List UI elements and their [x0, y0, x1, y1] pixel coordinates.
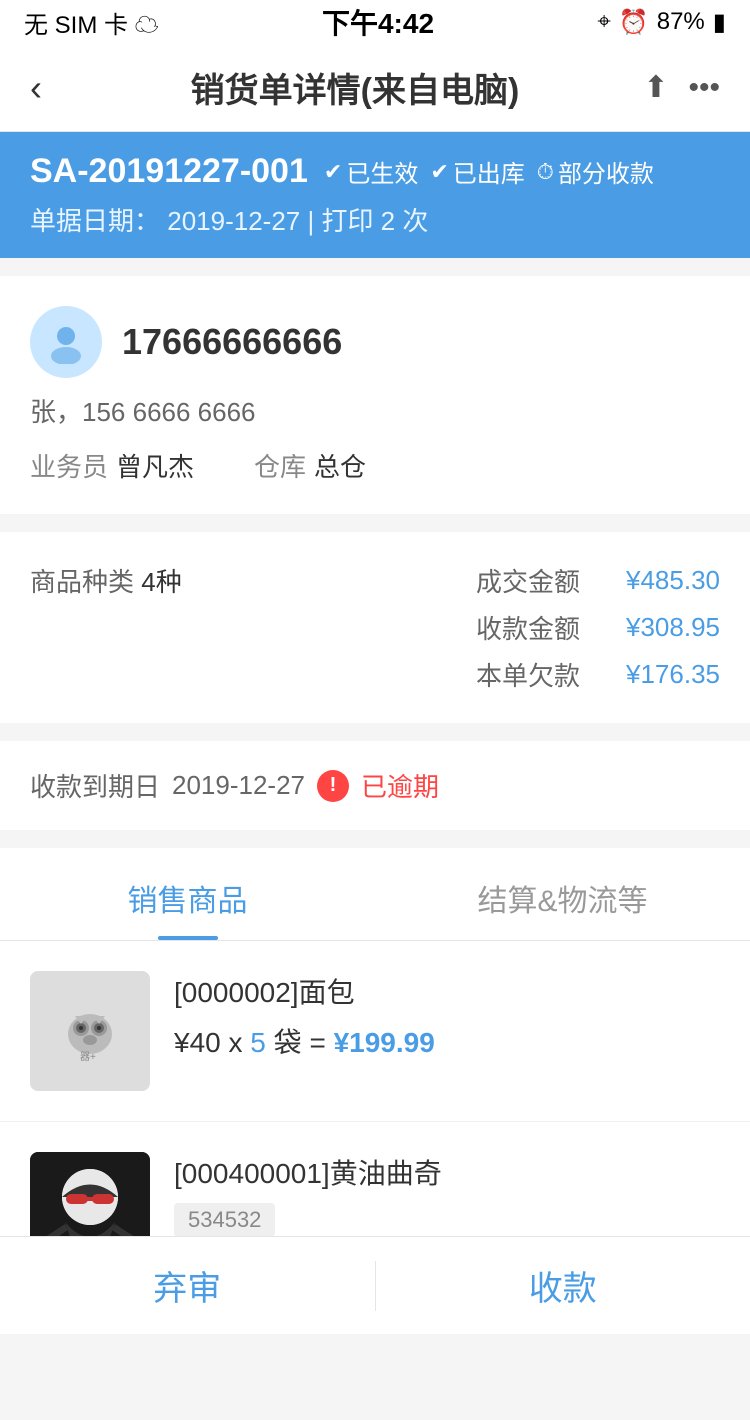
- product-price-1: ¥40 x 5 袋 = ¥199.99: [174, 1021, 720, 1061]
- product-thumb-1: 器+: [30, 971, 150, 1091]
- product-name-1: [0000002]面包: [174, 971, 720, 1011]
- product-item: 器+ [0000002]面包 ¥40 x 5 袋 = ¥199.99: [0, 941, 750, 1122]
- order-id: SA-20191227-001: [30, 152, 308, 191]
- due-section: 收款到期日 2019-12-27 ! 已逾期: [0, 741, 750, 830]
- warehouse-item: 仓库 总仓: [254, 447, 366, 484]
- tab-settlement[interactable]: 结算&物流等: [375, 848, 750, 940]
- deal-amount-row: 成交金额 ¥485.30: [476, 562, 720, 599]
- stats-left: 商品种类 4种: [30, 562, 182, 599]
- warehouse-label: 仓库: [254, 447, 306, 484]
- customer-top: 17666666666: [30, 306, 720, 378]
- avatar: [30, 306, 102, 378]
- check-icon-1: ✔: [324, 159, 342, 185]
- tabs-section: 销售商品 结算&物流等: [0, 848, 750, 941]
- salesperson-value: 曾凡杰: [116, 447, 194, 484]
- status-left: 无 SIM 卡 ☁: [24, 5, 159, 40]
- cancel-review-button[interactable]: 弃审: [0, 1237, 375, 1334]
- tabs-header: 销售商品 结算&物流等: [0, 848, 750, 940]
- customer-section: 17666666666 张，156 6666 6666 业务员 曾凡杰 仓库 总…: [0, 276, 750, 514]
- overdue-text: 已逾期: [361, 767, 439, 804]
- alarm-icon: ⏰: [619, 8, 649, 37]
- received-label: 收款金额: [476, 609, 580, 646]
- banner-top: SA-20191227-001 ✔ 已生效 ✔ 已出库 ⏱ 部分收款: [30, 152, 720, 191]
- product-name-2: [000400001]黄油曲奇: [174, 1152, 720, 1192]
- clock-icon: ⏱: [537, 159, 554, 185]
- customer-meta: 业务员 曾凡杰 仓库 总仓: [30, 447, 720, 484]
- salesperson-item: 业务员 曾凡杰: [30, 447, 194, 484]
- deal-amount-label: 成交金额: [476, 562, 580, 599]
- check-icon-2: ✔: [430, 159, 448, 185]
- location-icon: ⌖: [597, 8, 611, 36]
- nav-actions: ⬆ •••: [620, 70, 720, 105]
- page-title: 销货单详情(来自电脑): [90, 63, 620, 112]
- battery-icon: ▮: [713, 8, 726, 37]
- collect-payment-button[interactable]: 收款: [376, 1237, 750, 1334]
- stats-right: 成交金额 ¥485.30 收款金额 ¥308.95 本单欠款 ¥176.35: [476, 562, 720, 693]
- debt-label: 本单欠款: [476, 656, 580, 693]
- received-value: ¥308.95: [600, 612, 720, 643]
- customer-name-phone: 张，156 6666 6666: [30, 392, 720, 429]
- deal-amount-value: ¥485.30: [600, 565, 720, 596]
- status-tag-partial: ⏱ 部分收款: [537, 154, 654, 189]
- share-button[interactable]: ⬆: [643, 70, 668, 105]
- back-button[interactable]: ‹: [30, 67, 90, 109]
- bottom-bar: 弃审 收款: [0, 1236, 750, 1334]
- status-tags: ✔ 已生效 ✔ 已出库 ⏱ 部分收款: [324, 154, 654, 189]
- debt-value: ¥176.35: [600, 659, 720, 690]
- status-time: 下午4:42: [322, 2, 434, 42]
- due-date-value: 2019-12-27: [172, 770, 305, 801]
- status-tag-shipped: ✔ 已出库: [430, 154, 524, 189]
- nav-bar: ‹ 销货单详情(来自电脑) ⬆ •••: [0, 44, 750, 132]
- sim-status: 无 SIM 卡 ☁: [24, 5, 159, 40]
- order-banner: SA-20191227-001 ✔ 已生效 ✔ 已出库 ⏱ 部分收款 单据日期：…: [0, 132, 750, 258]
- more-button[interactable]: •••: [688, 71, 720, 105]
- svg-text:器+: 器+: [80, 1051, 96, 1063]
- status-tag-effected: ✔ 已生效: [324, 154, 418, 189]
- status-right: ⌖ ⏰ 87% ▮: [597, 8, 726, 37]
- warehouse-value: 总仓: [314, 447, 366, 484]
- stats-section: 商品种类 4种 成交金额 ¥485.30 收款金额 ¥308.95 本单欠款 ¥…: [0, 532, 750, 723]
- product-info-1: [0000002]面包 ¥40 x 5 袋 = ¥199.99: [174, 971, 720, 1061]
- banner-bottom: 单据日期： 2019-12-27 | 打印 2 次: [30, 201, 720, 238]
- overdue-icon: !: [317, 770, 349, 802]
- tab-sales-products[interactable]: 销售商品: [0, 848, 375, 940]
- debt-row: 本单欠款 ¥176.35: [476, 656, 720, 693]
- salesperson-label: 业务员: [30, 447, 108, 484]
- received-row: 收款金额 ¥308.95: [476, 609, 720, 646]
- product-type-item: 商品种类 4种: [30, 562, 182, 599]
- product-sku-2: 534532: [174, 1203, 275, 1237]
- status-bar: 无 SIM 卡 ☁ 下午4:42 ⌖ ⏰ 87% ▮: [0, 0, 750, 44]
- customer-phone: 17666666666: [122, 321, 342, 363]
- due-date-label: 收款到期日: [30, 767, 160, 804]
- battery-text: 87%: [657, 8, 705, 36]
